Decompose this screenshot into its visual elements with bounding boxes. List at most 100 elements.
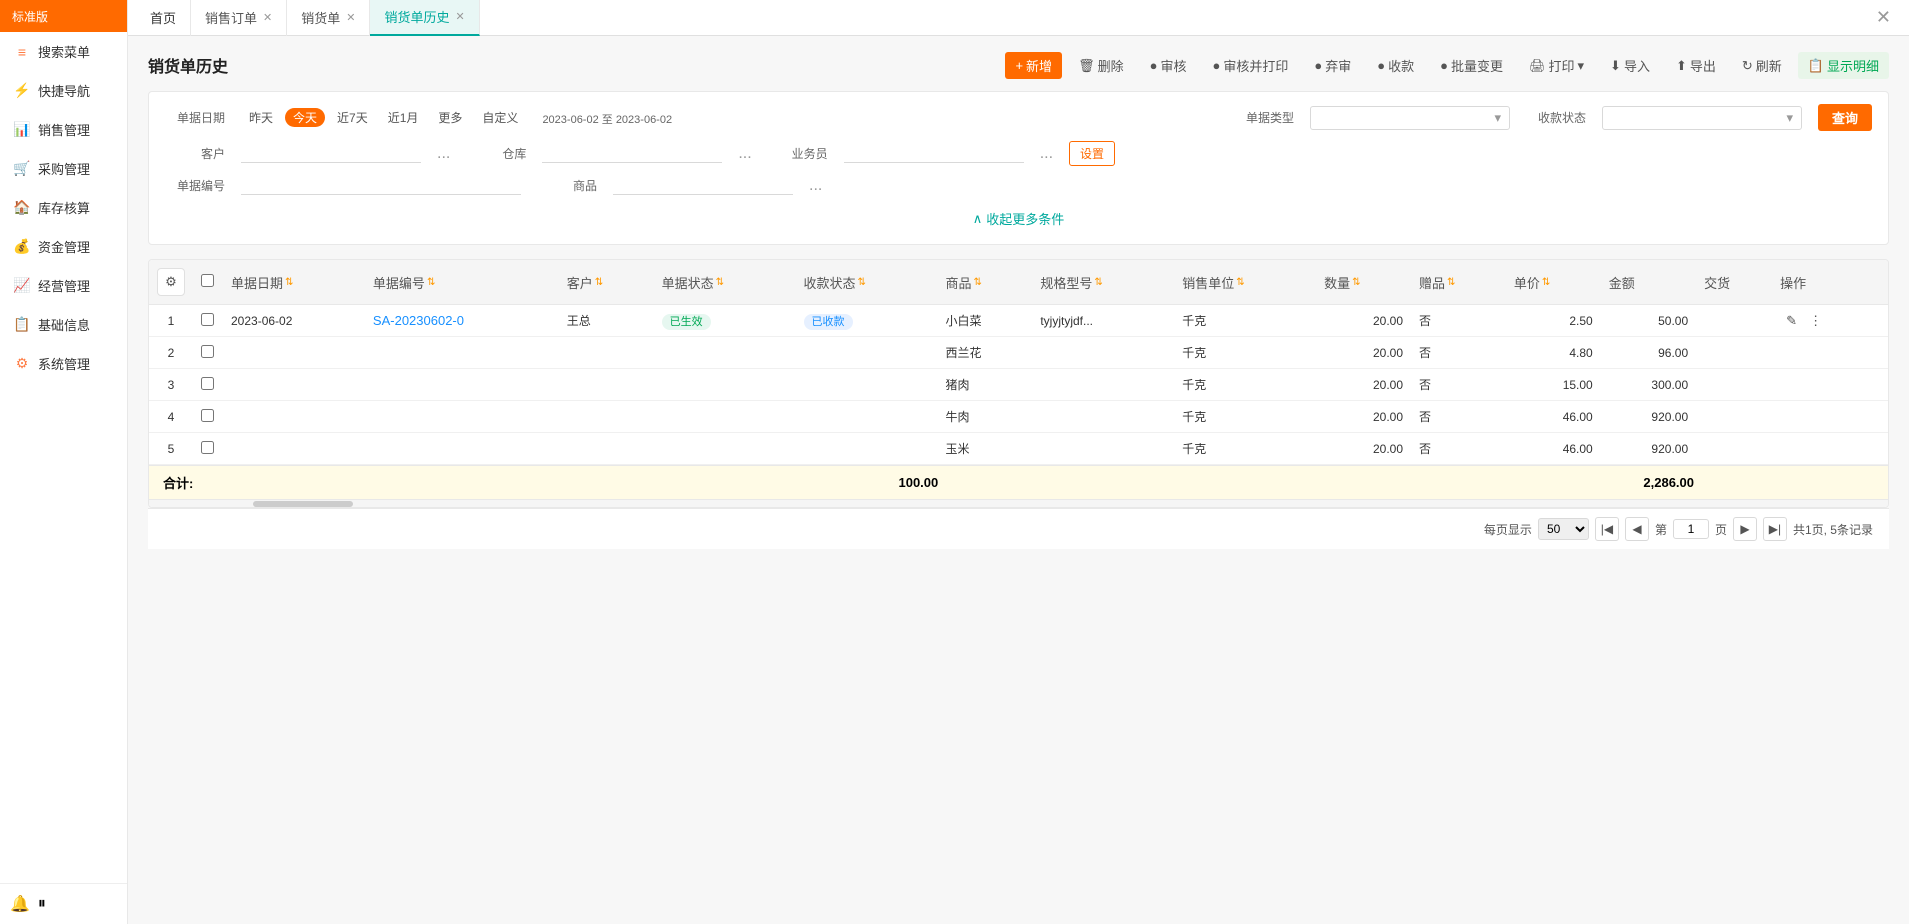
goods-input[interactable]	[613, 176, 793, 195]
tab-sales-order[interactable]: 销售订单 ✕	[191, 0, 287, 36]
th-settings: ⚙	[149, 260, 193, 305]
cell-checkbox	[193, 305, 223, 337]
tab-sales-goods[interactable]: 销货单 ✕	[287, 0, 370, 36]
select-all-checkbox[interactable]	[201, 274, 214, 287]
date-chip-yesterday[interactable]: 昨天	[241, 108, 281, 127]
pagination: 每页显示 50 100 200 |◀ ◀ 第 页 ▶ ▶| 共1页, 5条记录	[148, 508, 1889, 549]
row-checkbox[interactable]	[201, 345, 214, 358]
sidebar-item-system[interactable]: ⚙ 系统管理	[0, 344, 127, 383]
delete-icon: 🗑	[1078, 58, 1095, 74]
add-button[interactable]: + 新增	[1005, 52, 1062, 79]
collect-button[interactable]: ● 收款	[1367, 52, 1424, 79]
collapse-btn[interactable]: ∧ 收起更多条件	[165, 205, 1872, 232]
table-row: 12023-06-02SA-20230602-0王总已生效已收款小白菜tyjyj…	[149, 305, 1888, 337]
sort-unit[interactable]: 销售单位 ⇅	[1182, 273, 1308, 292]
cell-goods: 西兰花	[937, 337, 1032, 369]
sort-goods[interactable]: 商品 ⇅	[945, 273, 1024, 292]
review-print-button[interactable]: ● 审核并打印	[1202, 52, 1298, 79]
staff-input[interactable]	[844, 144, 1024, 163]
cell-checkbox	[193, 369, 223, 401]
sort-gift[interactable]: 赠品 ⇅	[1419, 273, 1498, 292]
cell-action: ✎⋮	[1772, 305, 1888, 337]
row-checkbox[interactable]	[201, 377, 214, 390]
tab-close-all[interactable]: ✕	[1866, 7, 1901, 28]
customer-dots[interactable]: ...	[437, 145, 450, 163]
print-button[interactable]: 🖨 打印 ▾	[1519, 52, 1594, 79]
date-chip-custom[interactable]: 自定义	[474, 108, 526, 127]
footer-amount-total: 2,286.00	[1643, 475, 1694, 490]
goods-dots[interactable]: ...	[809, 177, 822, 195]
date-chip-today[interactable]: 今天	[285, 108, 325, 127]
doc-no-link[interactable]: SA-20230602-0	[373, 313, 464, 328]
cell-doc-status	[654, 337, 796, 369]
sidebar-item-sales[interactable]: 📊 销售管理	[0, 110, 127, 149]
row-checkbox[interactable]	[201, 441, 214, 454]
th-customer: 客户 ⇅	[559, 260, 654, 305]
sort-customer[interactable]: 客户 ⇅	[567, 273, 646, 292]
staff-dots[interactable]: ...	[1040, 145, 1053, 163]
table-settings-icon[interactable]: ⚙	[157, 268, 185, 296]
date-chip-more[interactable]: 更多	[430, 108, 470, 127]
doc-type-arrow: ▾	[1494, 110, 1501, 126]
page-input[interactable]	[1673, 519, 1709, 539]
sort-qty[interactable]: 数量 ⇅	[1324, 273, 1403, 292]
sort-doc-date[interactable]: 单据日期 ⇅	[231, 273, 357, 292]
warehouse-input[interactable]	[542, 144, 722, 163]
row-checkbox[interactable]	[201, 313, 214, 326]
sidebar-item-finance[interactable]: 💰 资金管理	[0, 227, 127, 266]
data-table: ⚙ 单据日期 ⇅ 单据编号	[148, 259, 1889, 508]
th-qty: 数量 ⇅	[1316, 260, 1411, 305]
doc-type-select[interactable]: ▾	[1310, 106, 1510, 130]
footer-icon-1[interactable]: 🔔	[10, 894, 30, 914]
tab-sales-order-close[interactable]: ✕	[263, 11, 272, 24]
cell-trade	[1696, 369, 1772, 401]
pag-prev-btn[interactable]: ◀	[1625, 517, 1649, 541]
per-page-select[interactable]: 50 100 200	[1538, 518, 1589, 540]
pag-last-btn[interactable]: ▶|	[1763, 517, 1787, 541]
pag-next-btn[interactable]: ▶	[1733, 517, 1757, 541]
footer-icon-2[interactable]: ⏸	[38, 895, 46, 913]
tab-sales-history-close[interactable]: ✕	[456, 10, 465, 23]
abandon-button[interactable]: ● 弃审	[1304, 52, 1361, 79]
tab-home[interactable]: 首页	[136, 0, 191, 36]
review-button[interactable]: ● 审核	[1140, 52, 1197, 79]
sidebar-item-operations[interactable]: 📈 经营管理	[0, 266, 127, 305]
row-checkbox[interactable]	[201, 409, 214, 422]
sidebar-item-label: 搜索菜单	[38, 42, 90, 61]
delete-button[interactable]: 🗑 删除	[1068, 52, 1134, 79]
sidebar-item-search-menu[interactable]: ≡ 搜索菜单	[0, 32, 127, 71]
tab-sales-goods-close[interactable]: ✕	[346, 11, 355, 24]
toolbar-section: 销货单历史 + 新增 🗑 删除 ● 审核 ● 审核并打印	[148, 52, 1889, 91]
doc-no-input[interactable]	[241, 176, 521, 195]
sort-payment-status[interactable]: 收款状态 ⇅	[804, 273, 930, 292]
pag-first-btn[interactable]: |◀	[1595, 517, 1619, 541]
export-button[interactable]: ⬆ 导出	[1666, 52, 1726, 79]
show-details-button[interactable]: 📋 显示明细	[1798, 52, 1889, 79]
refresh-button[interactable]: ↻ 刷新	[1732, 52, 1792, 79]
tab-sales-history[interactable]: 销货单历史 ✕	[370, 0, 479, 36]
query-button[interactable]: 查询	[1818, 104, 1872, 131]
cell-trade	[1696, 433, 1772, 465]
cell-amount: 96.00	[1601, 337, 1696, 369]
sidebar-item-base-info[interactable]: 📋 基础信息	[0, 305, 127, 344]
sort-doc-status[interactable]: 单据状态 ⇅	[662, 273, 788, 292]
sort-spec[interactable]: 规格型号 ⇅	[1040, 273, 1166, 292]
sidebar-item-purchase[interactable]: 🛒 采购管理	[0, 149, 127, 188]
sort-price[interactable]: 单价 ⇅	[1514, 273, 1593, 292]
scrollbar-thumb[interactable]	[253, 501, 353, 507]
import-button[interactable]: ⬇ 导入	[1600, 52, 1660, 79]
date-chip-1month[interactable]: 近1月	[380, 108, 427, 127]
action-more[interactable]: ⋮	[1803, 311, 1828, 330]
settings-button[interactable]: 设置	[1069, 141, 1115, 166]
action-edit[interactable]: ✎	[1780, 311, 1803, 330]
date-chip-7days[interactable]: 近7天	[329, 108, 376, 127]
sidebar-item-quick-nav[interactable]: ⚡ 快捷导航	[0, 71, 127, 110]
customer-input[interactable]	[241, 144, 421, 163]
batch-change-button[interactable]: ● 批量变更	[1430, 52, 1513, 79]
payment-status-select[interactable]: ▾	[1602, 106, 1802, 130]
sort-doc-no[interactable]: 单据编号 ⇅	[373, 273, 551, 292]
warehouse-dots[interactable]: ...	[738, 145, 751, 163]
cell-action	[1772, 369, 1888, 401]
sidebar-item-inventory[interactable]: 🏠 库存核算	[0, 188, 127, 227]
sidebar-item-label: 资金管理	[38, 237, 90, 256]
